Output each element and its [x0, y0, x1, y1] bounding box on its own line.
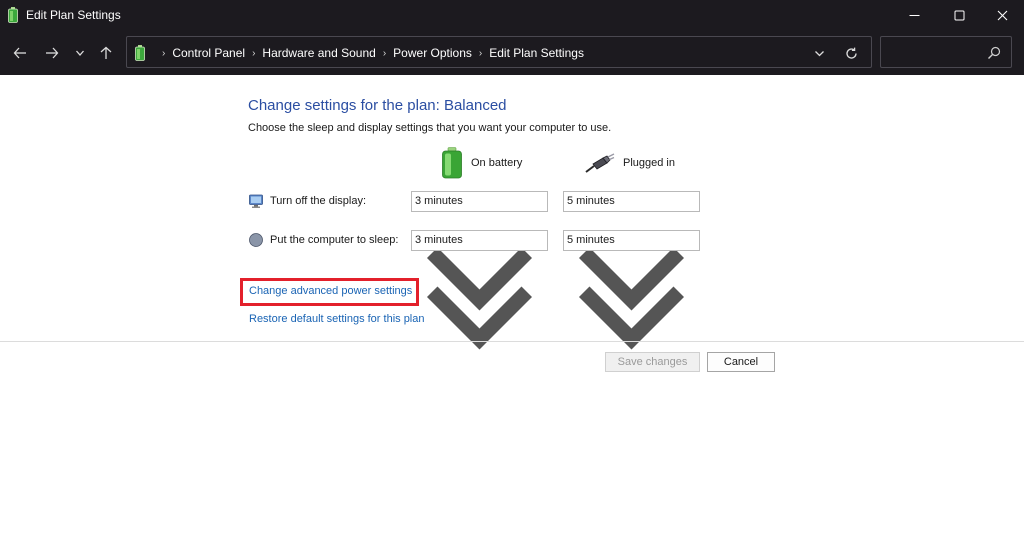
forward-button[interactable]	[40, 41, 64, 65]
minimize-icon	[909, 14, 919, 16]
breadcrumb-hardware-and-sound[interactable]: Hardware and Sound	[262, 46, 375, 60]
moon-icon	[249, 233, 263, 247]
minimize-button[interactable]	[892, 0, 936, 30]
sleep-battery-value: 3 minutes	[415, 234, 463, 246]
save-changes-button[interactable]: Save changes	[605, 352, 700, 372]
display-battery-select[interactable]: 3 minutes	[411, 191, 548, 311]
recent-locations-button[interactable]	[68, 41, 92, 65]
cancel-button[interactable]: Cancel	[707, 352, 775, 372]
divider	[0, 341, 1024, 342]
column-header-on-battery: On battery	[441, 147, 522, 179]
breadcrumb-power-options[interactable]: Power Options	[393, 46, 472, 60]
refresh-icon	[845, 47, 857, 59]
chevron-down-icon	[426, 286, 533, 350]
arrow-right-icon	[46, 47, 59, 59]
close-icon	[997, 10, 1007, 20]
chevron-right-icon: ›	[252, 47, 256, 59]
search-icon	[988, 46, 1001, 59]
back-button[interactable]	[8, 41, 32, 65]
display-timeout-label: Turn off the display:	[248, 191, 366, 211]
search-box[interactable]	[880, 36, 1012, 68]
title-bar: Edit Plan Settings	[0, 0, 1024, 30]
advanced-power-settings-link[interactable]: Change advanced power settings	[249, 285, 412, 297]
maximize-button[interactable]	[937, 0, 981, 30]
battery-icon	[442, 147, 462, 179]
window-title: Edit Plan Settings	[26, 8, 121, 22]
address-history-button[interactable]	[809, 44, 829, 62]
sleep-battery-select[interactable]: 3 minutes	[411, 230, 548, 350]
power-plug-icon	[585, 153, 615, 173]
on-battery-label: On battery	[471, 157, 523, 169]
up-button[interactable]	[94, 41, 118, 65]
page-description: Choose the sleep and display settings th…	[248, 122, 612, 134]
display-battery-value: 3 minutes	[415, 195, 463, 207]
sleep-timeout-text: Put the computer to sleep:	[270, 234, 399, 246]
chevron-right-icon: ›	[382, 47, 387, 59]
page-title: Change settings for the plan: Balanced	[248, 97, 507, 114]
breadcrumb: › Control Panel › Hardware and Sound › P…	[135, 44, 584, 62]
chevron-down-icon	[814, 50, 824, 56]
sleep-plugged-value: 5 minutes	[567, 234, 615, 246]
battery-icon	[135, 45, 145, 61]
sleep-timeout-label: Put the computer to sleep:	[248, 230, 398, 250]
restore-defaults-link[interactable]: Restore default settings for this plan	[249, 313, 424, 325]
display-plugged-value: 5 minutes	[567, 195, 615, 207]
chevron-right-icon: ›	[478, 47, 483, 59]
arrow-left-icon	[13, 47, 26, 59]
maximize-icon	[954, 10, 964, 20]
display-timeout-text: Turn off the display:	[270, 195, 366, 207]
plugged-in-label: Plugged in	[623, 157, 675, 169]
breadcrumb-control-panel[interactable]: Control Panel	[172, 46, 245, 60]
breadcrumb-edit-plan-settings[interactable]: Edit Plan Settings	[489, 46, 584, 60]
search-input[interactable]	[887, 43, 983, 61]
close-button[interactable]	[980, 0, 1024, 30]
battery-icon	[8, 7, 18, 23]
main-content: Change settings for the plan: Balanced C…	[0, 75, 1024, 560]
chevron-right-icon: ›	[162, 47, 166, 59]
display-icon	[249, 194, 263, 208]
arrow-up-icon	[100, 46, 112, 59]
display-plugged-select[interactable]: 5 minutes	[563, 191, 700, 311]
refresh-button[interactable]	[841, 44, 861, 62]
chevron-down-icon	[76, 50, 84, 56]
sleep-plugged-select[interactable]: 5 minutes	[563, 230, 700, 350]
address-bar[interactable]: › Control Panel › Hardware and Sound › P…	[126, 36, 872, 68]
column-header-plugged-in: Plugged in	[585, 147, 675, 179]
